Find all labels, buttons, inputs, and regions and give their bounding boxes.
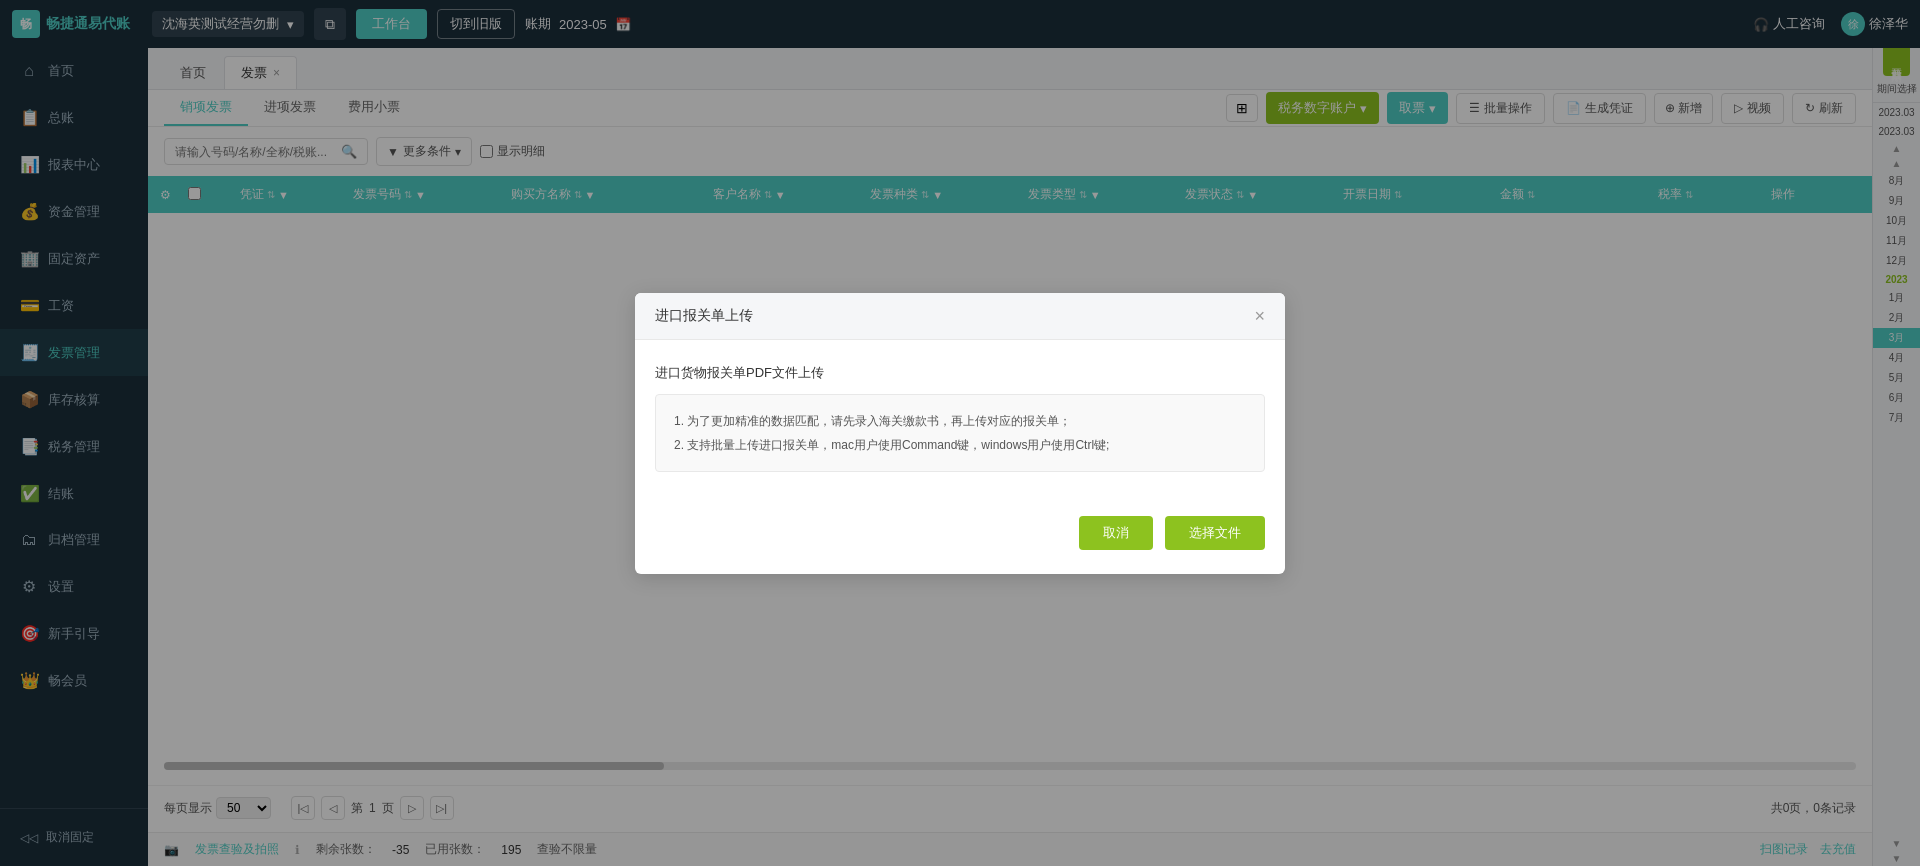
modal-header: 进口报关单上传 ×: [635, 293, 1285, 340]
select-file-button[interactable]: 选择文件: [1165, 516, 1265, 550]
modal-info-box: 1. 为了更加精准的数据匹配，请先录入海关缴款书，再上传对应的报关单； 2. 支…: [655, 394, 1265, 472]
modal-title: 进口报关单上传: [655, 307, 753, 325]
modal-instruction-1: 1. 为了更加精准的数据匹配，请先录入海关缴款书，再上传对应的报关单；: [674, 409, 1246, 433]
modal-close-button[interactable]: ×: [1254, 307, 1265, 325]
cancel-button[interactable]: 取消: [1079, 516, 1153, 550]
modal-section-title: 进口货物报关单PDF文件上传: [655, 364, 1265, 382]
modal-overlay: 进口报关单上传 × 进口货物报关单PDF文件上传 1. 为了更加精准的数据匹配，…: [0, 0, 1920, 866]
modal-dialog: 进口报关单上传 × 进口货物报关单PDF文件上传 1. 为了更加精准的数据匹配，…: [635, 293, 1285, 574]
modal-footer: 取消 选择文件: [635, 516, 1285, 574]
modal-instruction-2: 2. 支持批量上传进口报关单，mac用户使用Command键，windows用户…: [674, 433, 1246, 457]
modal-body: 进口货物报关单PDF文件上传 1. 为了更加精准的数据匹配，请先录入海关缴款书，…: [635, 340, 1285, 516]
